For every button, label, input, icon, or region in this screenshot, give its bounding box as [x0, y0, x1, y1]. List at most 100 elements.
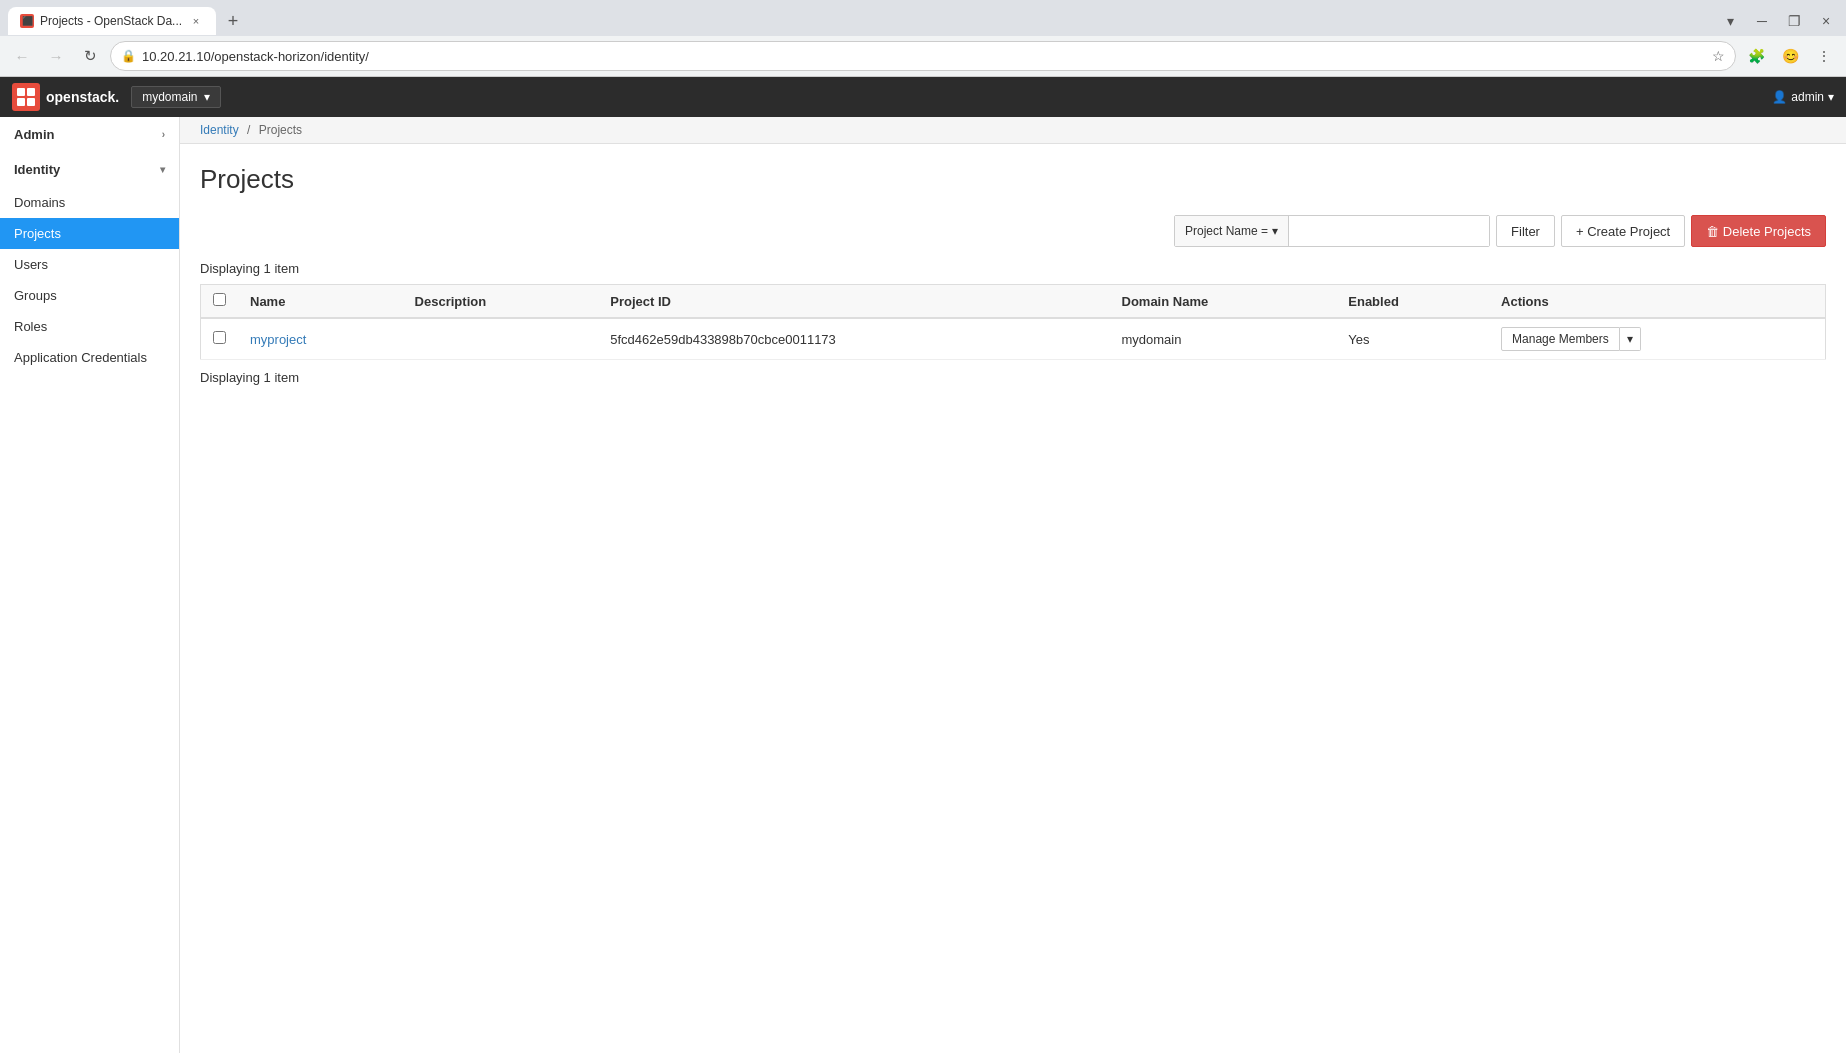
row-name-cell[interactable]: myproject [238, 318, 403, 360]
row-project-id-cell: 5fcd462e59db433898b70cbce0011173 [598, 318, 1109, 360]
sidebar-item-projects[interactable]: Projects [0, 218, 179, 249]
tab-list-button[interactable]: ▾ [1718, 9, 1742, 33]
browser-toolbar: ← → ↻ 🔒 10.20.21.10/openstack-horizon/id… [0, 36, 1846, 76]
user-arrow-icon: ▾ [1828, 90, 1834, 104]
security-icon: 🔒 [121, 49, 136, 63]
sidebar-item-domains[interactable]: Domains [0, 187, 179, 218]
delete-projects-button[interactable]: 🗑 Delete Projects [1691, 215, 1826, 247]
groups-label: Groups [14, 288, 57, 303]
tab-favicon: ⬛ [20, 14, 34, 28]
projects-label: Projects [14, 226, 61, 241]
identity-label: Identity [14, 162, 60, 177]
tab-close-button[interactable]: × [188, 13, 204, 29]
table-header-name: Name [238, 285, 403, 319]
browser-tab-active[interactable]: ⬛ Projects - OpenStack Da... × [8, 7, 216, 35]
content-area: Identity / Projects Projects Project Nam… [180, 117, 1846, 1053]
table-header-enabled: Enabled [1336, 285, 1489, 319]
domain-label: mydomain [142, 90, 197, 104]
openstack-logo: openstack. [12, 83, 119, 111]
refresh-button[interactable]: ↻ [76, 42, 104, 70]
domains-label: Domains [14, 195, 65, 210]
table-header-domain-name: Domain Name [1110, 285, 1337, 319]
table-toolbar: Project Name = ▾ Filter + Create Project… [200, 215, 1826, 247]
filter-dropdown-arrow-icon: ▾ [1272, 224, 1278, 238]
table-header-description: Description [403, 285, 599, 319]
breadcrumb-separator: / [247, 123, 250, 137]
new-tab-button[interactable]: + [220, 8, 246, 34]
svg-rect-3 [27, 98, 35, 106]
row-actions-cell[interactable]: Manage Members ▾ [1489, 318, 1825, 360]
manage-members-button[interactable]: Manage Members [1501, 327, 1620, 351]
roles-label: Roles [14, 319, 47, 334]
sidebar-item-groups[interactable]: Groups [0, 280, 179, 311]
openstack-logo-icon [12, 83, 40, 111]
content-main: Projects Project Name = ▾ Filter + Creat… [180, 144, 1846, 413]
breadcrumb-identity-link[interactable]: Identity [200, 123, 239, 137]
top-navbar: openstack. mydomain ▾ 👤 admin ▾ [0, 77, 1846, 117]
row-checkbox-cell[interactable] [201, 318, 239, 360]
action-group: Manage Members ▾ [1501, 327, 1813, 351]
row-description-cell [403, 318, 599, 360]
row-enabled-cell: Yes [1336, 318, 1489, 360]
breadcrumb: Identity / Projects [180, 117, 1846, 144]
table-header-actions: Actions [1489, 285, 1825, 319]
menu-button[interactable]: ⋮ [1810, 42, 1838, 70]
profile-button[interactable]: 😊 [1776, 42, 1804, 70]
domain-arrow-icon: ▾ [204, 90, 210, 104]
table-row: myproject 5fcd462e59db433898b70cbce00111… [201, 318, 1826, 360]
browser-chrome: ⬛ Projects - OpenStack Da... × + ▾ ─ ❐ ×… [0, 0, 1846, 77]
sidebar-item-application-credentials[interactable]: Application Credentials [0, 342, 179, 373]
table-header-row: Name Description Project ID Domain Name … [201, 285, 1826, 319]
sidebar-item-identity[interactable]: Identity ▾ [0, 152, 179, 187]
create-project-button[interactable]: + Create Project [1561, 215, 1685, 247]
address-url: 10.20.21.10/openstack-horizon/identity/ [142, 49, 1706, 64]
row-checkbox[interactable] [213, 331, 226, 344]
extensions-button[interactable]: 🧩 [1742, 42, 1770, 70]
minimize-button[interactable]: ─ [1750, 9, 1774, 33]
sidebar-item-roles[interactable]: Roles [0, 311, 179, 342]
address-bar[interactable]: 🔒 10.20.21.10/openstack-horizon/identity… [110, 41, 1736, 71]
action-dropdown-button[interactable]: ▾ [1620, 327, 1641, 351]
table-header-checkbox[interactable] [201, 285, 239, 319]
navbar-right: 👤 admin ▾ [1772, 90, 1834, 104]
breadcrumb-current: Projects [259, 123, 302, 137]
main-layout: Admin › Identity ▾ Domains Projects User… [0, 117, 1846, 1053]
row-domain-name: mydomain [1122, 332, 1182, 347]
select-all-checkbox[interactable] [213, 293, 226, 306]
admin-label: Admin [14, 127, 54, 142]
filter-button[interactable]: Filter [1496, 215, 1555, 247]
application-credentials-label: Application Credentials [14, 350, 147, 365]
project-name-link[interactable]: myproject [250, 332, 306, 347]
displaying-count-top: Displaying 1 item [200, 261, 1826, 276]
sidebar-item-admin[interactable]: Admin › [0, 117, 179, 152]
window-controls: ▾ ─ ❐ × [1718, 9, 1838, 33]
restore-button[interactable]: ❐ [1782, 9, 1806, 33]
svg-rect-1 [27, 88, 35, 96]
close-window-button[interactable]: × [1814, 9, 1838, 33]
domain-selector[interactable]: mydomain ▾ [131, 86, 220, 108]
sidebar-item-users[interactable]: Users [0, 249, 179, 280]
tab-bar: ⬛ Projects - OpenStack Da... × + ▾ ─ ❐ × [0, 0, 1846, 36]
page-title: Projects [200, 164, 1826, 195]
filter-dropdown[interactable]: Project Name = ▾ [1174, 215, 1490, 247]
row-domain-name-cell: mydomain [1110, 318, 1337, 360]
bookmark-icon[interactable]: ☆ [1712, 48, 1725, 64]
forward-button[interactable]: → [42, 42, 70, 70]
user-menu[interactable]: 👤 admin ▾ [1772, 90, 1834, 104]
user-icon: 👤 [1772, 90, 1787, 104]
row-project-id: 5fcd462e59db433898b70cbce0011173 [610, 332, 836, 347]
identity-chevron-icon: ▾ [160, 164, 165, 175]
svg-rect-2 [17, 98, 25, 106]
app-container: openstack. mydomain ▾ 👤 admin ▾ Admin › … [0, 77, 1846, 1053]
tab-title: Projects - OpenStack Da... [40, 14, 182, 28]
openstack-logo-text: openstack. [46, 89, 119, 105]
svg-rect-0 [17, 88, 25, 96]
openstack-logo-svg [15, 86, 37, 108]
user-label: admin [1791, 90, 1824, 104]
row-enabled: Yes [1348, 332, 1369, 347]
displaying-count-bottom: Displaying 1 item [200, 370, 1826, 385]
back-button[interactable]: ← [8, 42, 36, 70]
filter-input[interactable] [1289, 216, 1489, 246]
filter-dropdown-button[interactable]: Project Name = ▾ [1175, 216, 1289, 246]
filter-label: Project Name = [1185, 224, 1268, 238]
